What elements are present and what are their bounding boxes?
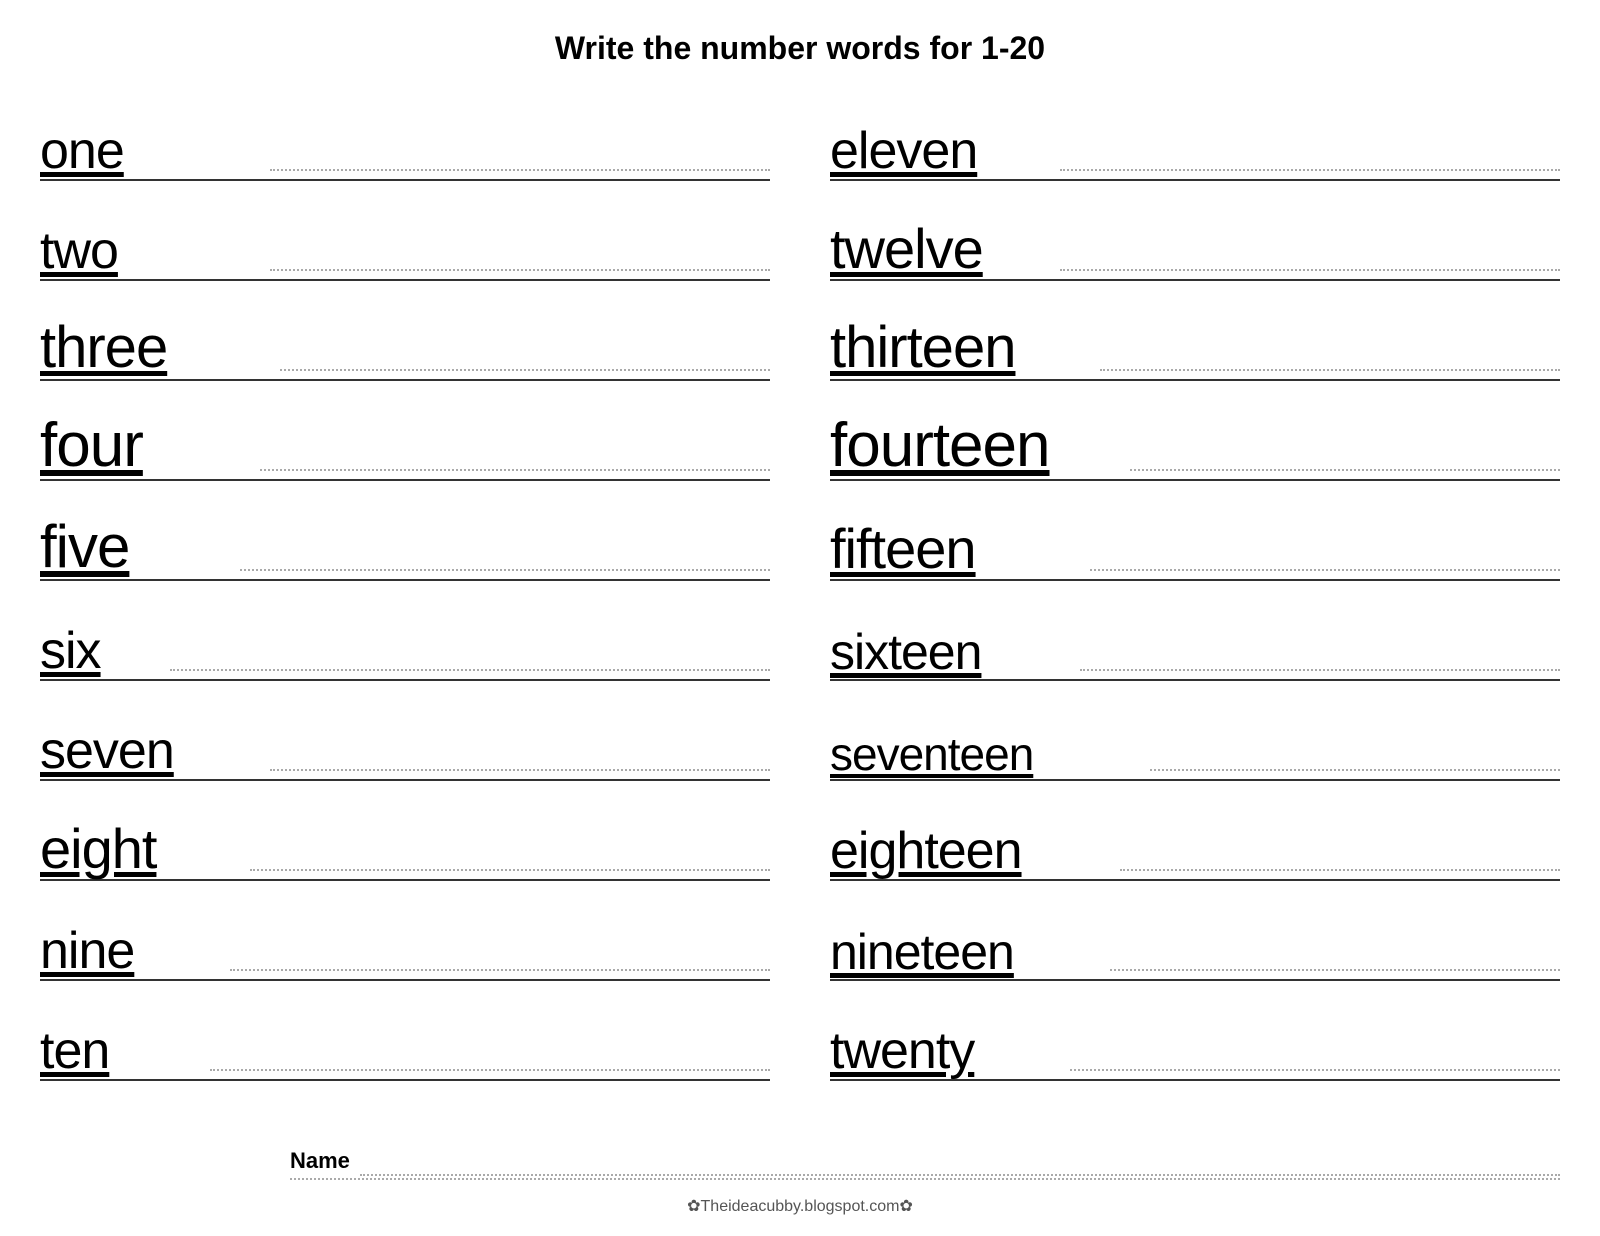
dotted-line: [1130, 469, 1560, 471]
name-line[interactable]: [360, 1174, 1560, 1176]
number-word-seven: seven: [40, 725, 260, 777]
dotted-line: [1060, 169, 1560, 171]
dotted-line: [230, 969, 770, 971]
number-row: eight: [40, 791, 770, 881]
number-row: thirteen: [830, 291, 1560, 381]
number-word-seventeen: seventeen: [830, 731, 1140, 777]
bottom-section: Name ✿Theideacubby.blogspot.com✿: [40, 1148, 1560, 1216]
write-area[interactable]: [1050, 169, 1560, 177]
number-row: twenty: [830, 991, 1560, 1081]
number-row: seventeen: [830, 691, 1560, 781]
number-word-three: three: [40, 319, 270, 377]
write-area[interactable]: [1140, 769, 1560, 777]
number-row: eleven: [830, 91, 1560, 181]
number-word-sixteen: sixteen: [830, 627, 1070, 677]
number-row: fifteen: [830, 491, 1560, 581]
write-area[interactable]: [220, 969, 770, 977]
number-word-five: five: [40, 517, 230, 577]
dotted-line: [250, 869, 770, 871]
write-area[interactable]: [1100, 969, 1560, 977]
number-row: three: [40, 291, 770, 381]
dotted-line: [240, 569, 770, 571]
dotted-line: [170, 669, 770, 671]
number-row: four: [40, 391, 770, 481]
dotted-line: [260, 469, 770, 471]
number-word-four: four: [40, 415, 250, 477]
number-row: one: [40, 91, 770, 181]
dotted-line: [1120, 869, 1560, 871]
left-column: one two three four five six seven eight nine ten: [40, 91, 770, 1091]
dotted-line: [280, 369, 770, 371]
write-area[interactable]: [160, 669, 770, 677]
write-area[interactable]: [200, 1069, 770, 1077]
write-area[interactable]: [240, 869, 770, 877]
number-word-fifteen: fifteen: [830, 521, 1080, 577]
dotted-line: [270, 169, 770, 171]
number-word-eight: eight: [40, 821, 240, 877]
number-word-eighteen: eighteen: [830, 825, 1110, 877]
number-word-thirteen: thirteen: [830, 319, 1090, 377]
write-area[interactable]: [1060, 1069, 1560, 1077]
number-word-two: two: [40, 225, 260, 277]
dotted-line: [1110, 969, 1560, 971]
number-row: two: [40, 191, 770, 281]
write-area[interactable]: [1080, 569, 1560, 577]
dotted-line: [210, 1069, 770, 1071]
number-row: eighteen: [830, 791, 1560, 881]
write-area[interactable]: [1090, 369, 1560, 377]
worksheet: onetwothreefourfivesixseveneightnineten …: [40, 91, 1560, 1128]
number-row: five: [40, 491, 770, 581]
dotted-line: [1060, 269, 1560, 271]
number-word-one: one: [40, 125, 260, 177]
page-title: Write the number words for 1-20: [555, 30, 1045, 67]
write-area[interactable]: [1070, 669, 1560, 677]
number-row: nine: [40, 891, 770, 981]
dotted-line: [1100, 369, 1560, 371]
dotted-line: [1080, 669, 1560, 671]
number-word-twelve: twelve: [830, 221, 1050, 277]
write-area[interactable]: [1050, 269, 1560, 277]
number-word-nine: nine: [40, 925, 220, 977]
write-area[interactable]: [260, 169, 770, 177]
write-area[interactable]: [1110, 869, 1560, 877]
columns-container: onetwothreefourfivesixseveneightnineten …: [40, 91, 1560, 1091]
number-word-eleven: eleven: [830, 125, 1050, 177]
name-row: Name: [290, 1148, 1560, 1180]
number-row: fourteen: [830, 391, 1560, 481]
write-area[interactable]: [1120, 469, 1560, 477]
number-row: twelve: [830, 191, 1560, 281]
dotted-line: [1150, 769, 1560, 771]
write-area[interactable]: [230, 569, 770, 577]
number-word-fourteen: fourteen: [830, 415, 1120, 477]
dotted-line: [270, 269, 770, 271]
number-row: sixteen: [830, 591, 1560, 681]
number-row: nineteen: [830, 891, 1560, 981]
write-area[interactable]: [250, 469, 770, 477]
footer-text: ✿Theideacubby.blogspot.com✿: [40, 1196, 1560, 1216]
number-word-ten: ten: [40, 1025, 200, 1077]
number-row: six: [40, 591, 770, 681]
right-column: eleven twelve thirteen fourteen fifteen sixte…: [830, 91, 1560, 1091]
dotted-line: [1090, 569, 1560, 571]
number-word-twenty: twenty: [830, 1025, 1060, 1077]
number-word-six: six: [40, 625, 160, 677]
write-area[interactable]: [260, 269, 770, 277]
name-label: Name: [290, 1148, 350, 1176]
number-row: seven: [40, 691, 770, 781]
write-area[interactable]: [260, 769, 770, 777]
dotted-line: [1070, 1069, 1560, 1071]
dotted-line: [270, 769, 770, 771]
number-word-nineteen: nineteen: [830, 927, 1100, 977]
write-area[interactable]: [270, 369, 770, 377]
number-row: ten: [40, 991, 770, 1081]
